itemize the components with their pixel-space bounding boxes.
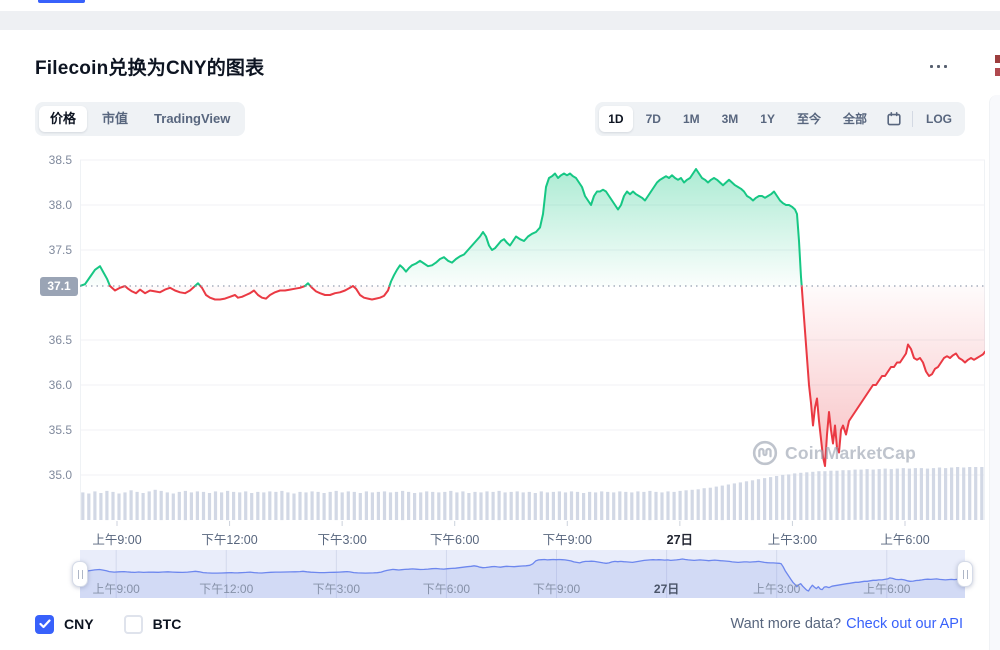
chart-toolbar: 价格市值TradingView 1D7D1M3M1Y至今全部 LOG (35, 102, 965, 136)
view-tab-价格[interactable]: 价格 (39, 106, 87, 132)
range-button-1D[interactable]: 1D (599, 106, 632, 132)
view-tab-TradingView[interactable]: TradingView (143, 106, 241, 132)
x-tick-label: 下午9:00 (543, 529, 592, 548)
y-tick-label: 35.0 (30, 467, 72, 483)
active-tab-indicator (38, 0, 85, 3)
x-tick-label: 上午9:00 (92, 529, 141, 548)
navigator-tick-label: 下午6:00 (423, 580, 470, 597)
range-button-7D[interactable]: 7D (637, 106, 670, 132)
currency-toggle-CNY[interactable]: CNY (35, 615, 94, 634)
y-tick-label: 36.5 (30, 332, 72, 348)
currency-toggle-BTC[interactable]: BTC (124, 615, 182, 634)
navigator-tick-label: 下午12:00 (199, 580, 253, 597)
ellipsis-icon (930, 65, 933, 68)
y-tick-label: 38.0 (30, 197, 72, 213)
api-link[interactable]: Check out our API (846, 616, 963, 632)
clipped-panel-content (995, 55, 1000, 63)
navigator-tick-label: 下午3:00 (313, 580, 360, 597)
coinmarketcap-logo-icon (752, 440, 778, 466)
x-tick-label: 下午3:00 (317, 529, 366, 548)
navigator-handle-left[interactable] (72, 561, 88, 587)
x-tick-label: 上午3:00 (768, 529, 817, 548)
range-button-全部[interactable]: 全部 (834, 106, 876, 132)
more-options-button[interactable] (924, 59, 953, 74)
range-button-1M[interactable]: 1M (674, 106, 709, 132)
page-section-divider (0, 11, 1000, 30)
api-prompt-text: Want more data? (730, 616, 841, 632)
unchecked-checkbox-icon[interactable] (124, 615, 143, 634)
currency-toggle-list: CNY BTC (35, 615, 181, 634)
x-tick-label: 上午6:00 (880, 529, 929, 548)
chart-page: Filecoin兑换为CNY的图表 价格市值TradingView 1D7D1M… (0, 0, 1000, 650)
chart-footer: CNY BTC Want more data? Check out our API (35, 608, 963, 640)
currency-label: CNY (64, 616, 94, 632)
x-tick-label: 27日 (667, 529, 693, 548)
ellipsis-icon (937, 65, 940, 68)
navigator-tick-label: 下午9:00 (533, 580, 580, 597)
navigator-tick-label: 上午3:00 (753, 580, 800, 597)
page-title: Filecoin兑换为CNY的图表 (35, 53, 264, 80)
range-selector-group: 1D7D1M3M1Y至今全部 LOG (595, 102, 965, 136)
last-close-badge: 37.1 (40, 277, 78, 296)
navigator-tick-label: 上午9:00 (92, 580, 139, 597)
y-tick-label: 36.0 (30, 377, 72, 393)
y-tick-label: 38.5 (30, 152, 72, 168)
range-button-至今[interactable]: 至今 (788, 106, 830, 132)
watermark-label: CoinMarketCap (785, 443, 916, 464)
range-button-3M[interactable]: 3M (713, 106, 748, 132)
view-tab-市值[interactable]: 市值 (91, 106, 139, 132)
api-promo: Want more data? Check out our API (730, 616, 963, 632)
checked-checkbox-icon[interactable] (35, 615, 54, 634)
calendar-icon (886, 111, 902, 127)
x-tick-label: 下午6:00 (430, 529, 479, 548)
navigator-tick-label: 上午6:00 (863, 580, 910, 597)
ellipsis-icon (944, 65, 947, 68)
chart-header: Filecoin兑换为CNY的图表 (35, 52, 965, 80)
chart-navigator[interactable]: 上午9:00 下午12:00 下午3:00 下午6:00 下午9:00 27日 上午3:00… (80, 550, 965, 598)
navigator-tick-label: 27日 (654, 580, 679, 597)
adjacent-panel-edge (989, 95, 1000, 650)
log-scale-button[interactable]: LOG (917, 106, 961, 132)
price-chart[interactable] (80, 150, 985, 528)
currency-label: BTC (153, 616, 182, 632)
clipped-panel-content (995, 68, 1000, 76)
calendar-button[interactable] (880, 106, 908, 132)
range-button-1Y[interactable]: 1Y (751, 106, 784, 132)
y-tick-label: 35.5 (30, 422, 72, 438)
watermark: CoinMarketCap (752, 440, 916, 466)
y-tick-label: 37.5 (30, 242, 72, 258)
view-toggle-group: 价格市值TradingView (35, 102, 245, 136)
navigator-handle-right[interactable] (957, 561, 973, 587)
x-tick-label: 下午12:00 (201, 529, 257, 548)
